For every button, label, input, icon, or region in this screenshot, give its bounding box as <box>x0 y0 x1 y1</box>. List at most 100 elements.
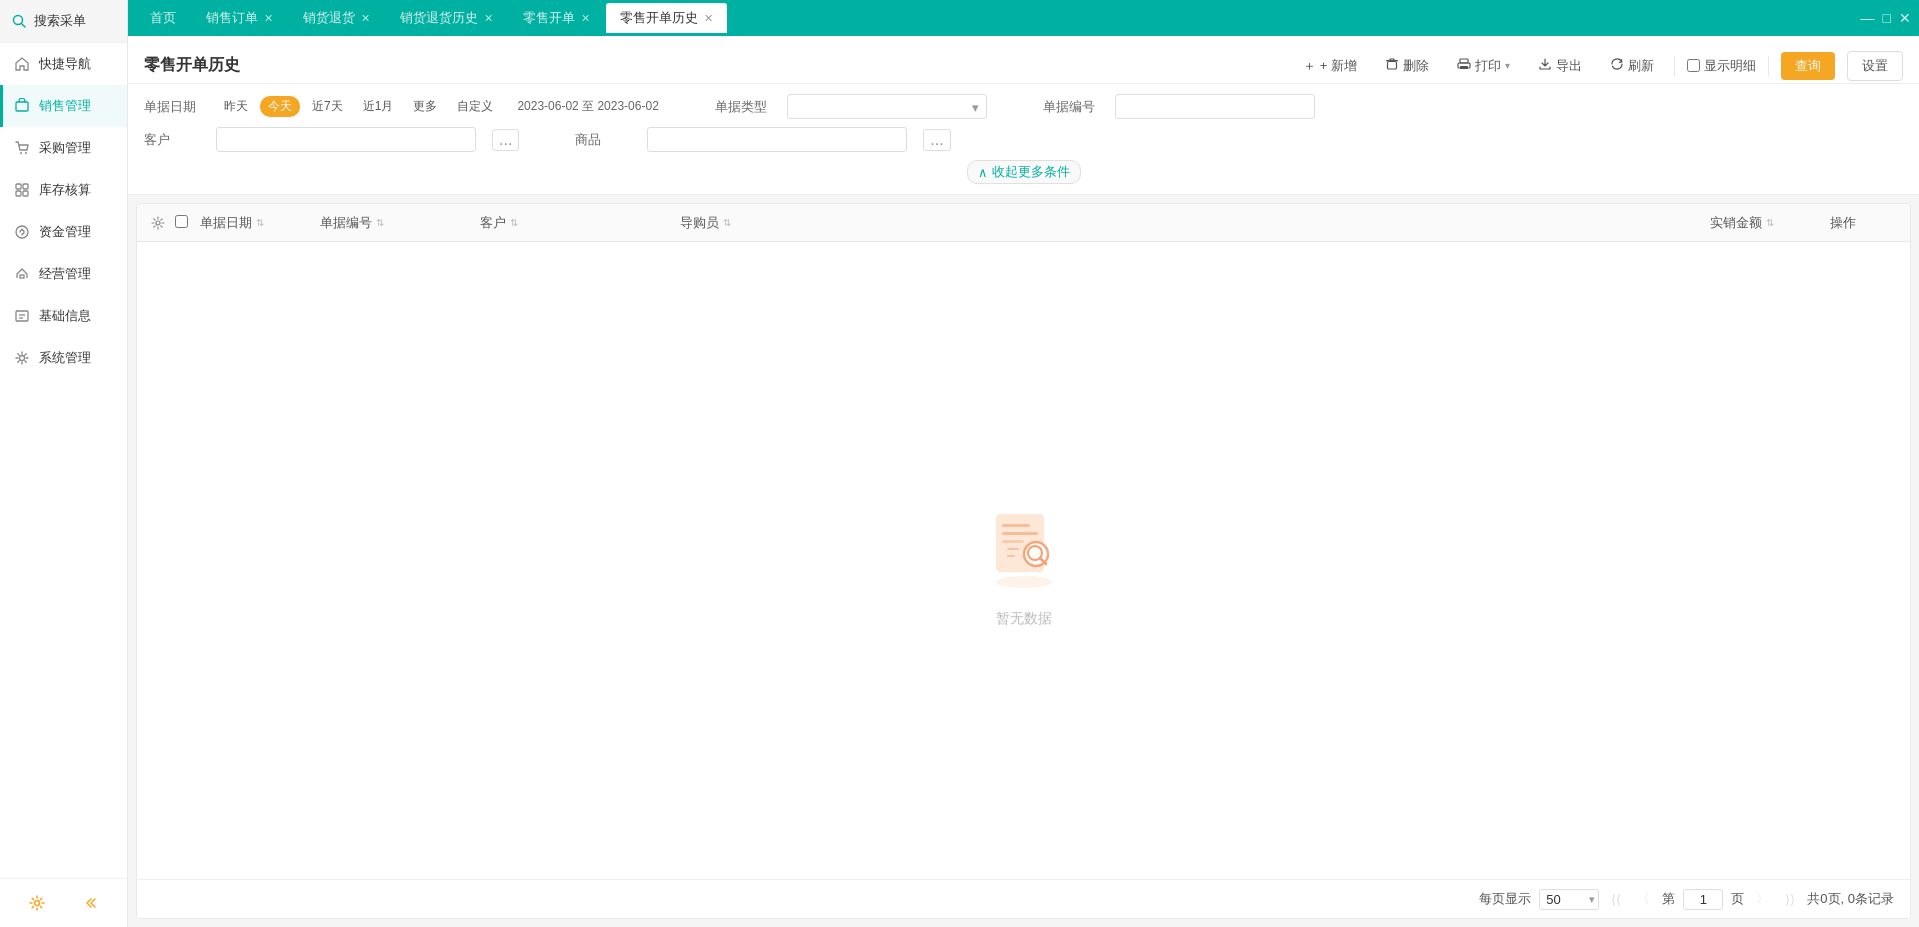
last-page-btn[interactable]: ⟩⟩ <box>1781 890 1799 909</box>
settings-footer-btn[interactable] <box>23 889 51 917</box>
svg-point-15 <box>34 901 39 906</box>
sidebar-footer <box>0 878 127 927</box>
refresh-icon <box>1610 57 1624 74</box>
tab-return-history-close[interactable]: ✕ <box>484 12 493 25</box>
tab-retail-open-label: 零售开单 <box>523 9 575 27</box>
filter-row-2: 客户 ... 商品 ... <box>144 127 1903 152</box>
svg-rect-7 <box>16 191 21 196</box>
date-filter-buttons: 昨天 今天 近7天 近1月 更多 自定义 <box>216 96 501 117</box>
select-all-input[interactable] <box>175 215 188 228</box>
minimize-button[interactable]: — <box>1861 10 1875 26</box>
sidebar-item-sales-mgmt[interactable]: 销售管理 <box>0 85 127 127</box>
tab-bar: 首页 销售订单 ✕ 销货退货 ✕ 销货退货历史 ✕ 零售开单 ✕ 零售开单历史 … <box>128 0 1919 36</box>
sidebar-item-finance[interactable]: 资金管理 <box>0 211 127 253</box>
prev-page-btn[interactable]: 〈 <box>1633 888 1654 910</box>
biz-icon <box>13 265 31 283</box>
add-icon: ＋ <box>1303 57 1316 75</box>
first-page-btn[interactable]: ⟨⟨ <box>1607 890 1625 909</box>
maximize-button[interactable]: □ <box>1883 10 1891 26</box>
sidebar-item-biz-mgmt[interactable]: 经营管理 <box>0 253 127 295</box>
add-label: + 新增 <box>1320 57 1357 75</box>
table-settings-icon[interactable] <box>145 216 171 230</box>
sidebar-item-label: 经营管理 <box>39 265 91 283</box>
number-filter-input[interactable] <box>1115 94 1315 119</box>
page-label: 页 <box>1731 890 1744 908</box>
tab-sales-order-close[interactable]: ✕ <box>264 12 273 25</box>
tab-home[interactable]: 首页 <box>136 3 190 33</box>
type-select[interactable] <box>787 94 987 119</box>
refresh-button[interactable]: 刷新 <box>1602 53 1662 79</box>
export-icon <box>1538 57 1552 74</box>
date-7days-btn[interactable]: 近7天 <box>304 96 351 117</box>
date-filter-label: 单据日期 <box>144 98 200 116</box>
goods-dots-btn[interactable]: ... <box>923 129 950 151</box>
tab-retail-open[interactable]: 零售开单 ✕ <box>509 3 604 33</box>
svg-point-21 <box>156 221 160 225</box>
th-client-sort-icon: ⇅ <box>510 217 518 228</box>
date-range-display: 2023-06-02 至 2023-06-02 <box>517 98 658 115</box>
tab-home-label: 首页 <box>150 9 176 27</box>
type-filter-label: 单据类型 <box>715 98 771 116</box>
svg-rect-2 <box>16 102 28 111</box>
page-size-select[interactable]: 20 50 100 200 <box>1539 889 1599 910</box>
query-label: 查询 <box>1795 57 1821 75</box>
date-custom-btn[interactable]: 自定义 <box>449 96 501 117</box>
client-filter-label: 客户 <box>144 131 200 149</box>
close-button[interactable]: ✕ <box>1899 10 1911 26</box>
sidebar-search[interactable]: 搜索采单 <box>0 0 127 43</box>
tab-sales-order[interactable]: 销售订单 ✕ <box>192 3 287 33</box>
sidebar-item-label: 系统管理 <box>39 349 91 367</box>
tab-retail-open-history-label: 零售开单历史 <box>620 9 698 27</box>
add-button[interactable]: ＋ + 新增 <box>1295 53 1365 79</box>
current-page-input[interactable] <box>1683 889 1723 910</box>
empty-state: 暂无数据 <box>137 242 1910 879</box>
settings-button[interactable]: 设置 <box>1847 51 1903 81</box>
collapse-button[interactable]: ∧ 收起更多条件 <box>967 160 1081 184</box>
type-select-wrap <box>787 94 987 119</box>
export-button[interactable]: 导出 <box>1530 53 1590 79</box>
tab-retail-open-history[interactable]: 零售开单历史 ✕ <box>606 3 727 33</box>
client-dots-btn[interactable]: ... <box>492 129 519 151</box>
th-amount[interactable]: 实销金额 ⇅ <box>1702 214 1822 232</box>
th-date[interactable]: 单据日期 ⇅ <box>192 214 312 232</box>
th-guide[interactable]: 导购员 ⇅ <box>672 214 792 232</box>
tab-return-history[interactable]: 销货退货历史 ✕ <box>386 3 507 33</box>
sidebar-item-sys-mgmt[interactable]: 系统管理 <box>0 337 127 379</box>
empty-illustration <box>974 494 1074 594</box>
sidebar-item-quick-nav[interactable]: 快捷导航 <box>0 43 127 85</box>
tab-retail-open-close[interactable]: ✕ <box>581 12 590 25</box>
tab-return-close[interactable]: ✕ <box>361 12 370 25</box>
date-more-btn[interactable]: 更多 <box>405 96 445 117</box>
sidebar-item-inventory[interactable]: 库存核算 <box>0 169 127 211</box>
tab-return-history-label: 销货退货历史 <box>400 9 478 27</box>
page-label-pre: 第 <box>1662 890 1675 908</box>
date-today-btn[interactable]: 今天 <box>260 96 300 117</box>
delete-button[interactable]: 删除 <box>1377 53 1437 79</box>
goods-filter-input[interactable] <box>647 127 907 152</box>
date-1month-btn[interactable]: 近1月 <box>355 96 402 117</box>
table-select-all-checkbox[interactable] <box>171 215 192 231</box>
number-filter-label: 单据编号 <box>1043 98 1099 116</box>
th-number[interactable]: 单据编号 ⇅ <box>312 214 472 232</box>
tab-retail-open-history-close[interactable]: ✕ <box>704 12 713 25</box>
th-action: 操作 <box>1822 214 1902 232</box>
tab-return[interactable]: 销货退货 ✕ <box>289 3 384 33</box>
print-button[interactable]: 打印 ▾ <box>1449 53 1518 79</box>
sidebar-item-base-info[interactable]: 基础信息 <box>0 295 127 337</box>
display-detail-input[interactable] <box>1687 59 1700 72</box>
svg-point-14 <box>20 356 25 361</box>
th-number-sort-icon: ⇅ <box>376 217 384 228</box>
svg-rect-6 <box>23 184 28 189</box>
delete-label: 删除 <box>1403 57 1429 75</box>
query-button[interactable]: 查询 <box>1781 52 1835 80</box>
date-yesterday-btn[interactable]: 昨天 <box>216 96 256 117</box>
next-page-btn[interactable]: 〉 <box>1752 888 1773 910</box>
sidebar-item-purchase-mgmt[interactable]: 采购管理 <box>0 127 127 169</box>
display-detail-checkbox[interactable]: 显示明细 <box>1687 57 1756 75</box>
client-filter-input[interactable] <box>216 127 476 152</box>
th-client[interactable]: 客户 ⇅ <box>472 214 672 232</box>
th-action-label: 操作 <box>1830 214 1856 232</box>
sidebar-item-label: 库存核算 <box>39 181 91 199</box>
purchase-icon <box>13 139 31 157</box>
collapse-sidebar-btn[interactable] <box>76 889 104 917</box>
